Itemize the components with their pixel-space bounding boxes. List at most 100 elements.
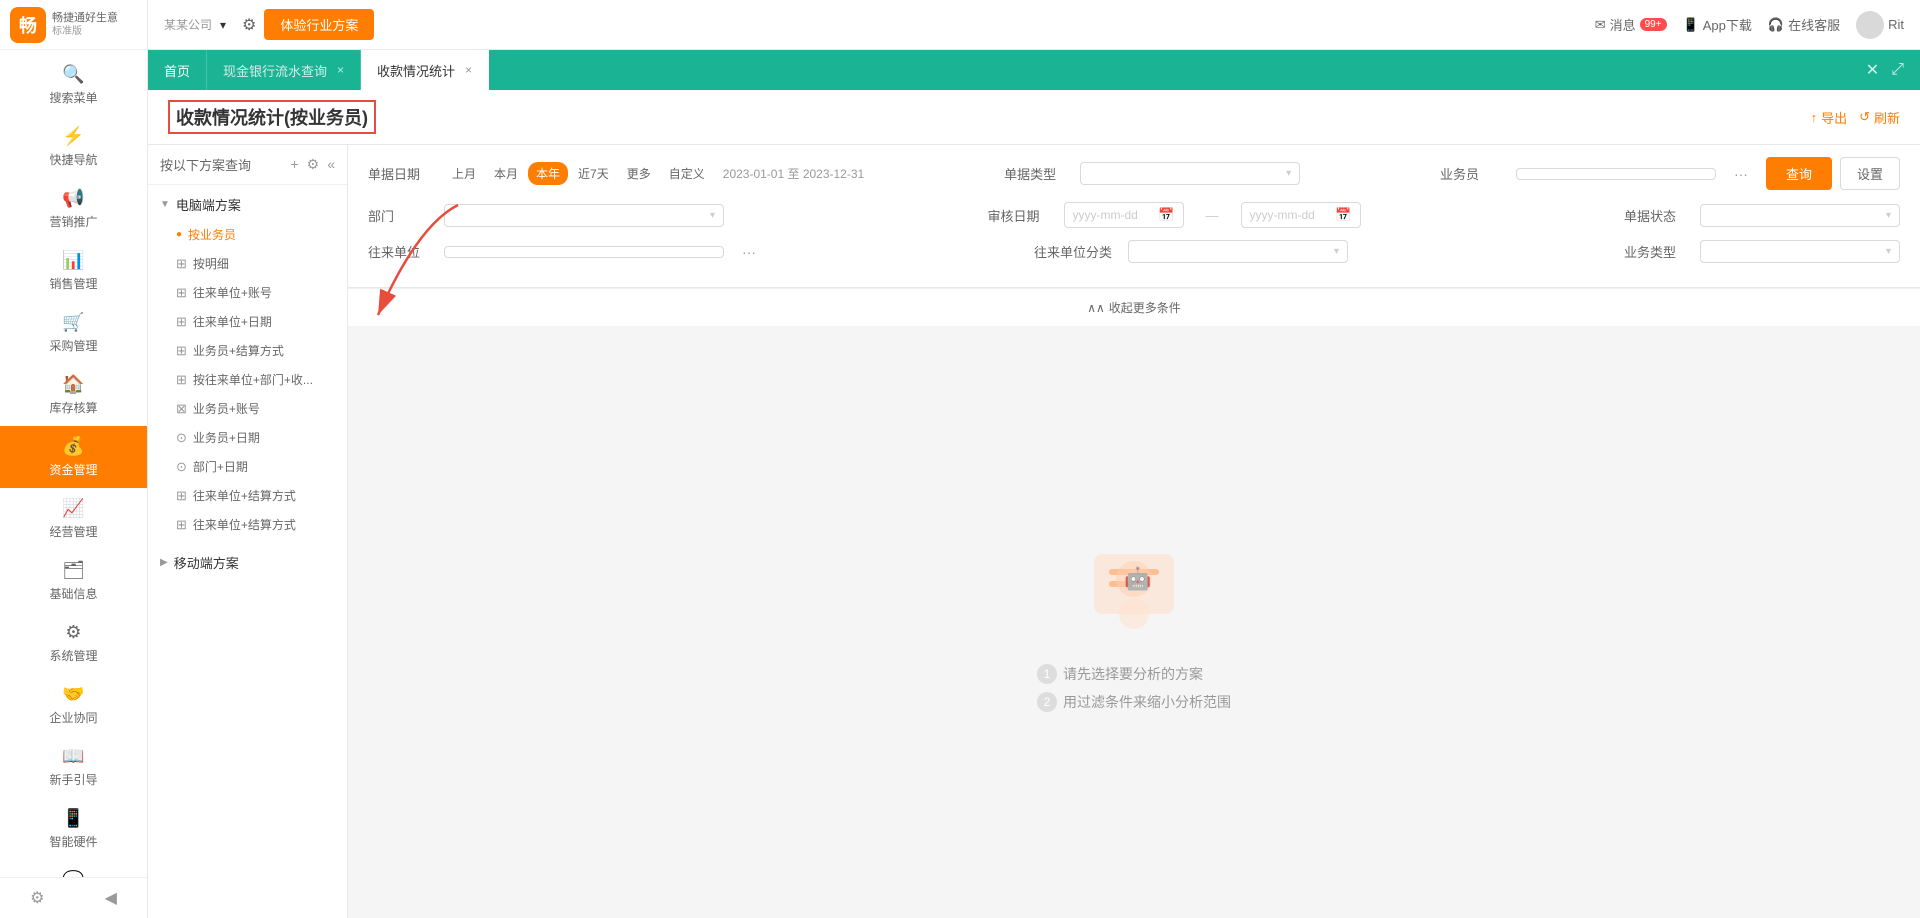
tab-bar: 首页 现金银行流水查询 × 收款情况统计 × ✕ ⤢ (148, 50, 1920, 90)
content-area: 收款情况统计(按业务员) ↑ 导出 ↺ 刷新 按以下方 (148, 90, 1920, 918)
calendar-from-icon: 📅 (1158, 207, 1174, 223)
sidebar-item-quick-nav[interactable]: ⚡ 快捷导航 (0, 116, 147, 178)
doc-status-select[interactable]: ▾ (1700, 204, 1900, 227)
scheme-panel-header: 按以下方案查询 + ⚙ « (148, 145, 347, 185)
scheme-item-detail-icon: ⊞ (176, 256, 187, 272)
category-select[interactable]: ▾ (1080, 162, 1300, 185)
dept-caret: ▾ (710, 210, 715, 221)
desktop-group-header[interactable]: ▼ 电脑端方案 (148, 189, 347, 220)
dropdown-arrow[interactable]: ▾ (220, 18, 226, 32)
sidebar-item-operations[interactable]: 📈 经营管理 (0, 488, 147, 550)
system-icon: ⚙ (65, 622, 81, 643)
counterpart-category-select[interactable]: ▾ (1128, 240, 1348, 263)
user-info[interactable]: Rit (1856, 11, 1904, 39)
scheme-add-icon[interactable]: + (290, 156, 298, 173)
tab-cash-flow[interactable]: 现金银行流水查询 × (207, 50, 361, 90)
wechat-icon: 💬 (62, 870, 84, 877)
collapse-arrow-icon: ∧∧ (1087, 301, 1105, 315)
filter-actions: 查询 设置 (1766, 157, 1900, 190)
date-tab-this-year[interactable]: 本年 (528, 162, 568, 185)
tab-home[interactable]: 首页 (148, 50, 207, 90)
sidebar-item-enterprise[interactable]: 🤝 企业协同 (0, 674, 147, 736)
sidebar-item-finance[interactable]: 💰 资金管理 (0, 426, 147, 488)
scheme-panel: 按以下方案查询 + ⚙ « ▼ 电脑端方案 ● (148, 145, 348, 918)
counterpart-category-label: 往来单位分类 (1034, 242, 1112, 261)
doc-status-caret: ▾ (1886, 210, 1891, 221)
header-gear-icon[interactable]: ⚙ (242, 15, 256, 35)
filter-panel: 单据日期 上月 本月 本年 近7天 更多 自定义 2023-01-01 至 20… (348, 145, 1920, 288)
date-tab-more[interactable]: 更多 (619, 162, 659, 185)
sidebar-item-system[interactable]: ⚙ 系统管理 (0, 612, 147, 674)
query-button[interactable]: 查询 (1766, 157, 1832, 190)
scheme-item-partner-account[interactable]: ⊞ 往来单位+账号 (148, 278, 347, 307)
date-range-display: 2023-01-01 至 2023-12-31 (723, 165, 864, 182)
counterpart-filter-label: 往来单位 (368, 242, 428, 261)
scheme-item-by-staff[interactable]: ● 按业务员 (148, 220, 347, 249)
date-tabs: 上月 本月 本年 近7天 更多 自定义 2023-01-01 至 2023-12… (444, 162, 864, 185)
date-tab-custom[interactable]: 自定义 (661, 162, 713, 185)
review-date-label: 审核日期 (988, 206, 1048, 225)
collapse-sidebar-icon[interactable]: ◀ (105, 888, 117, 908)
dept-select[interactable]: ▾ (444, 204, 724, 227)
tab-close-collection-stats[interactable]: × (465, 63, 472, 77)
date-dash: — (1206, 208, 1219, 223)
filter-row-3: 往来单位 ··· 往来单位分类 ▾ (368, 240, 1900, 263)
sidebar-item-marketing[interactable]: 📢 营销推广 (0, 178, 147, 240)
message-button[interactable]: ✉ 消息 99+ (1595, 15, 1667, 34)
quick-nav-icon: ⚡ (62, 126, 84, 147)
scheme-item-partner-settlement2[interactable]: ⊞ 往来单位+结算方式 (148, 510, 347, 539)
export-button[interactable]: ↑ 导出 (1811, 108, 1848, 127)
review-date-from[interactable]: yyyy-mm-dd 📅 (1064, 202, 1184, 228)
review-date-to[interactable]: yyyy-mm-dd 📅 (1241, 202, 1361, 228)
sidebar-item-inventory[interactable]: 🏠 库存核算 (0, 364, 147, 426)
tab-close-all-icon[interactable]: ✕ (1866, 60, 1879, 80)
settings-bottom-icon[interactable]: ⚙ (30, 888, 44, 908)
breadcrumb: 某某公司 (164, 16, 212, 33)
page-actions: ↑ 导出 ↺ 刷新 (1811, 108, 1900, 127)
empty-step-2: 2 用过滤条件来缩小分析范围 (1037, 692, 1231, 712)
empty-text-list: 1 请先选择要分析的方案 2 用过滤条件来缩小分析范围 (1037, 664, 1231, 720)
filter-row-2: 部门 ▾ 审核日期 yyyy-mm-dd 📅 — (368, 202, 1900, 228)
scheme-gear-icon[interactable]: ⚙ (307, 156, 320, 173)
scheme-item-detail[interactable]: ⊞ 按明细 (148, 249, 347, 278)
app-download-button[interactable]: 📱 App下载 (1683, 15, 1752, 34)
sidebar-item-basic-info[interactable]: 🗂 基础信息 (0, 550, 147, 612)
sidebar-item-smart-hardware[interactable]: 📱 智能硬件 (0, 798, 147, 860)
scheme-item-ddate-icon: ⊙ (176, 459, 187, 475)
scheme-item-staff-account[interactable]: ⊠ 业务员+账号 (148, 394, 347, 423)
counterpart-more-icon[interactable]: ··· (742, 244, 756, 260)
online-service-button[interactable]: 🎧 在线客服 (1768, 15, 1840, 34)
settings-button[interactable]: 设置 (1840, 157, 1900, 190)
tab-close-cash-flow[interactable]: × (337, 63, 344, 77)
scheme-item-staff-settlement[interactable]: ⊞ 业务员+结算方式 (148, 336, 347, 365)
date-tab-this-month[interactable]: 本月 (486, 162, 526, 185)
date-tab-7days[interactable]: 近7天 (570, 162, 617, 185)
page-title: 收款情况统计(按业务员) (168, 100, 376, 134)
date-tab-last-month[interactable]: 上月 (444, 162, 484, 185)
collapse-button[interactable]: ∧∧ 收起更多条件 (1087, 299, 1181, 316)
refresh-button[interactable]: ↺ 刷新 (1859, 108, 1900, 127)
scheme-item-partner-date[interactable]: ⊞ 往来单位+日期 (148, 307, 347, 336)
counterpart-select[interactable] (444, 246, 724, 258)
staff-select[interactable] (1516, 168, 1716, 180)
trial-button[interactable]: 体验行业方案 (264, 9, 374, 40)
scheme-item-pd-icon: ⊞ (176, 314, 187, 330)
category-filter-label: 单据类型 (1004, 164, 1064, 183)
scheme-collapse-icon[interactable]: « (327, 156, 335, 173)
scheme-item-staff-date[interactable]: ⊙ 业务员+日期 (148, 423, 347, 452)
sidebar-item-wechat[interactable]: 💬 企业微信 (0, 860, 147, 877)
staff-more-icon[interactable]: ··· (1734, 166, 1748, 182)
tab-expand-icon[interactable]: ⤢ (1891, 61, 1904, 79)
sidebar-item-search[interactable]: 🔍 搜索菜单 (0, 54, 147, 116)
scheme-item-dept-date[interactable]: ⊙ 部门+日期 (148, 452, 347, 481)
mobile-group-header[interactable]: ▶ 移动端方案 (148, 547, 347, 578)
sidebar-item-purchase[interactable]: 🛒 采购管理 (0, 302, 147, 364)
tab-collection-stats[interactable]: 收款情况统计 × (361, 50, 489, 90)
scheme-item-partner-dept[interactable]: ⊞ 按往来单位+部门+收... (148, 365, 347, 394)
marketing-icon: 📢 (62, 188, 84, 209)
sidebar-item-guide[interactable]: 📖 新手引导 (0, 736, 147, 798)
main-area: 某某公司 ▾ ⚙ 体验行业方案 ✉ 消息 99+ 📱 App下载 🎧 在线客服 (148, 0, 1920, 918)
scheme-item-partner-settlement1[interactable]: ⊞ 往来单位+结算方式 (148, 481, 347, 510)
business-type-select[interactable]: ▾ (1700, 240, 1900, 263)
sidebar-item-sales[interactable]: 📊 销售管理 (0, 240, 147, 302)
